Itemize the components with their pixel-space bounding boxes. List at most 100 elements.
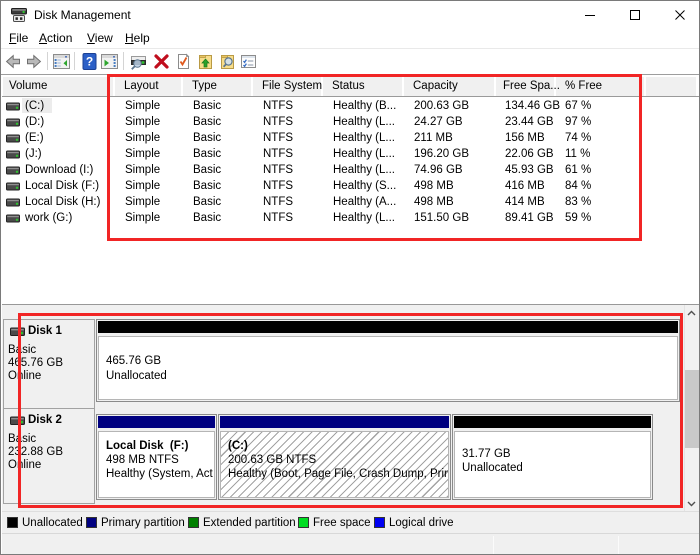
close-button[interactable] <box>661 1 698 29</box>
disk1-unallocated-bar <box>98 321 678 333</box>
column-header-layout[interactable]: Layout <box>115 77 181 96</box>
disk1-status: Online <box>8 370 41 383</box>
properties-icon[interactable] <box>240 53 257 70</box>
show-action-pane-icon[interactable] <box>101 53 118 70</box>
column-header-file_system[interactable]: File System <box>253 77 321 96</box>
column-header-filler <box>646 77 696 96</box>
cell-percent_free: 59 % <box>565 210 591 226</box>
volume-row[interactable]: (C:) Simple Basic NTFS Healthy (B... 200… <box>2 98 699 114</box>
cell-type: Basic <box>193 178 221 194</box>
disk2-partition-c[interactable]: (C:) 200.63 GB NTFS Healthy (Boot, Page … <box>218 414 451 500</box>
disk2-status: Online <box>8 459 41 472</box>
disk-icon <box>10 327 25 337</box>
volume-list-pane: Volume Layout Type File System Status Ca… <box>2 75 699 304</box>
cell-status: Healthy (L... <box>333 162 395 178</box>
cell-free_space: 22.06 GB <box>505 146 554 162</box>
partition-size: 31.77 GB <box>462 448 511 462</box>
cell-layout: Simple <box>125 114 160 130</box>
cell-type: Basic <box>193 210 221 226</box>
show-console-tree-icon[interactable] <box>53 53 70 70</box>
disk2-label[interactable]: Disk 2 Basic 232.88 GB Online <box>3 408 95 504</box>
maximize-button[interactable] <box>616 1 653 29</box>
delete-volume-icon[interactable] <box>153 53 170 70</box>
vertical-scrollbar[interactable] <box>684 305 699 512</box>
menu-action[interactable]: Action <box>39 29 72 49</box>
column-header-volume[interactable]: Volume <box>3 77 113 96</box>
menu-file[interactable]: File <box>9 29 28 49</box>
volume-row[interactable]: work (G:) Simple Basic NTFS Healthy (L..… <box>2 210 699 226</box>
column-header-type[interactable]: Type <box>183 77 251 96</box>
menu-help[interactable]: Help <box>125 29 150 49</box>
volume-row[interactable]: Local Disk (F:) Simple Basic NTFS Health… <box>2 178 699 194</box>
disk2-unallocated-partition[interactable]: 31.77 GB Unallocated <box>452 414 653 500</box>
folder-up-icon[interactable] <box>197 53 214 70</box>
legend-swatch-primary-partition <box>86 517 97 528</box>
cell-capacity: 498 MB <box>414 178 454 194</box>
back-icon[interactable] <box>5 53 22 70</box>
cell-layout: Simple <box>125 178 160 194</box>
volume-row[interactable]: (E:) Simple Basic NTFS Healthy (L... 211… <box>2 130 699 146</box>
column-header-capacity[interactable]: Capacity <box>404 77 494 96</box>
disk1-type: Basic <box>8 344 36 357</box>
cell-capacity: 211 MB <box>414 130 453 146</box>
help-icon[interactable]: ? <box>81 53 98 70</box>
cell-layout: Simple <box>125 98 160 114</box>
disk-explore-icon[interactable] <box>130 53 147 70</box>
forward-icon[interactable] <box>25 53 42 70</box>
legend-label-primary-partition: Primary partition <box>101 515 185 531</box>
disk2-size: 232.88 GB <box>8 446 63 459</box>
cell-layout: Simple <box>125 130 160 146</box>
legend-swatch-free-space <box>298 517 309 528</box>
cell-free_space: 89.41 GB <box>505 210 554 226</box>
cell-capacity: 24.27 GB <box>414 114 463 130</box>
volume-icon <box>6 102 20 111</box>
disk1-label[interactable]: Disk 1 Basic 465.76 GB Online <box>3 319 95 409</box>
toolbar-separator <box>123 52 124 70</box>
scroll-up-icon <box>684 305 699 322</box>
cell-layout: Simple <box>125 146 160 162</box>
cell-capacity: 74.96 GB <box>414 162 463 178</box>
cell-percent_free: 97 % <box>565 114 591 130</box>
volume-row[interactable]: Download (I:) Simple Basic NTFS Healthy … <box>2 162 699 178</box>
legend-swatch-unallocated <box>7 517 18 528</box>
cell-layout: Simple <box>125 162 160 178</box>
menu-view[interactable]: View <box>87 29 113 49</box>
column-header-status[interactable]: Status <box>323 77 402 96</box>
volume-row[interactable]: (D:) Simple Basic NTFS Healthy (L... 24.… <box>2 114 699 130</box>
folder-explore-icon[interactable] <box>219 53 236 70</box>
legend-swatch-logical-drive <box>374 517 385 528</box>
cell-type: Basic <box>193 162 221 178</box>
cell-volume: Download (I:) <box>25 162 93 178</box>
toolbar-separator <box>47 52 48 70</box>
partition-name: Local Disk (F:) <box>106 440 188 454</box>
cell-volume: (C:) <box>25 98 44 114</box>
app-icon-wrap <box>11 7 27 26</box>
disk1-unallocated-body: 465.76 GB Unallocated <box>98 336 678 400</box>
cell-status: Healthy (A... <box>333 194 396 210</box>
volume-row[interactable]: (J:) Simple Basic NTFS Healthy (L... 196… <box>2 146 699 162</box>
cell-capacity: 498 MB <box>414 194 454 210</box>
minimize-button[interactable] <box>571 1 608 29</box>
cell-file_system: NTFS <box>263 178 293 194</box>
column-header-percent_free[interactable]: % Free <box>556 77 644 96</box>
cell-status: Healthy (S... <box>333 178 396 194</box>
volume-icon <box>6 118 20 127</box>
maximize-icon <box>629 9 641 21</box>
volume-row[interactable]: Local Disk (H:) Simple Basic NTFS Health… <box>2 194 699 210</box>
column-header-free_space[interactable]: Free Spa... <box>496 77 554 96</box>
disk1-unallocated-partition[interactable]: 465.76 GB Unallocated <box>96 319 680 402</box>
cell-file_system: NTFS <box>263 194 293 210</box>
cell-percent_free: 61 % <box>565 162 591 178</box>
volume-icon <box>6 198 20 207</box>
cell-volume: work (G:) <box>25 210 72 226</box>
disk2-partition-c-body: (C:) 200.63 GB NTFS Healthy (Boot, Page … <box>220 431 449 498</box>
disk-icon <box>10 416 25 426</box>
cell-status: Healthy (L... <box>333 146 395 162</box>
status-separator <box>618 536 619 555</box>
disk2-partition-f[interactable]: Local Disk (F:) 498 MB NTFS Healthy (Sys… <box>96 414 217 500</box>
cell-type: Basic <box>193 146 221 162</box>
disk2-partition-f-body: Local Disk (F:) 498 MB NTFS Healthy (Sys… <box>98 431 215 498</box>
scroll-thumb[interactable] <box>685 370 700 448</box>
status-separator <box>493 536 494 555</box>
mark-partition-active-icon[interactable] <box>175 53 192 70</box>
